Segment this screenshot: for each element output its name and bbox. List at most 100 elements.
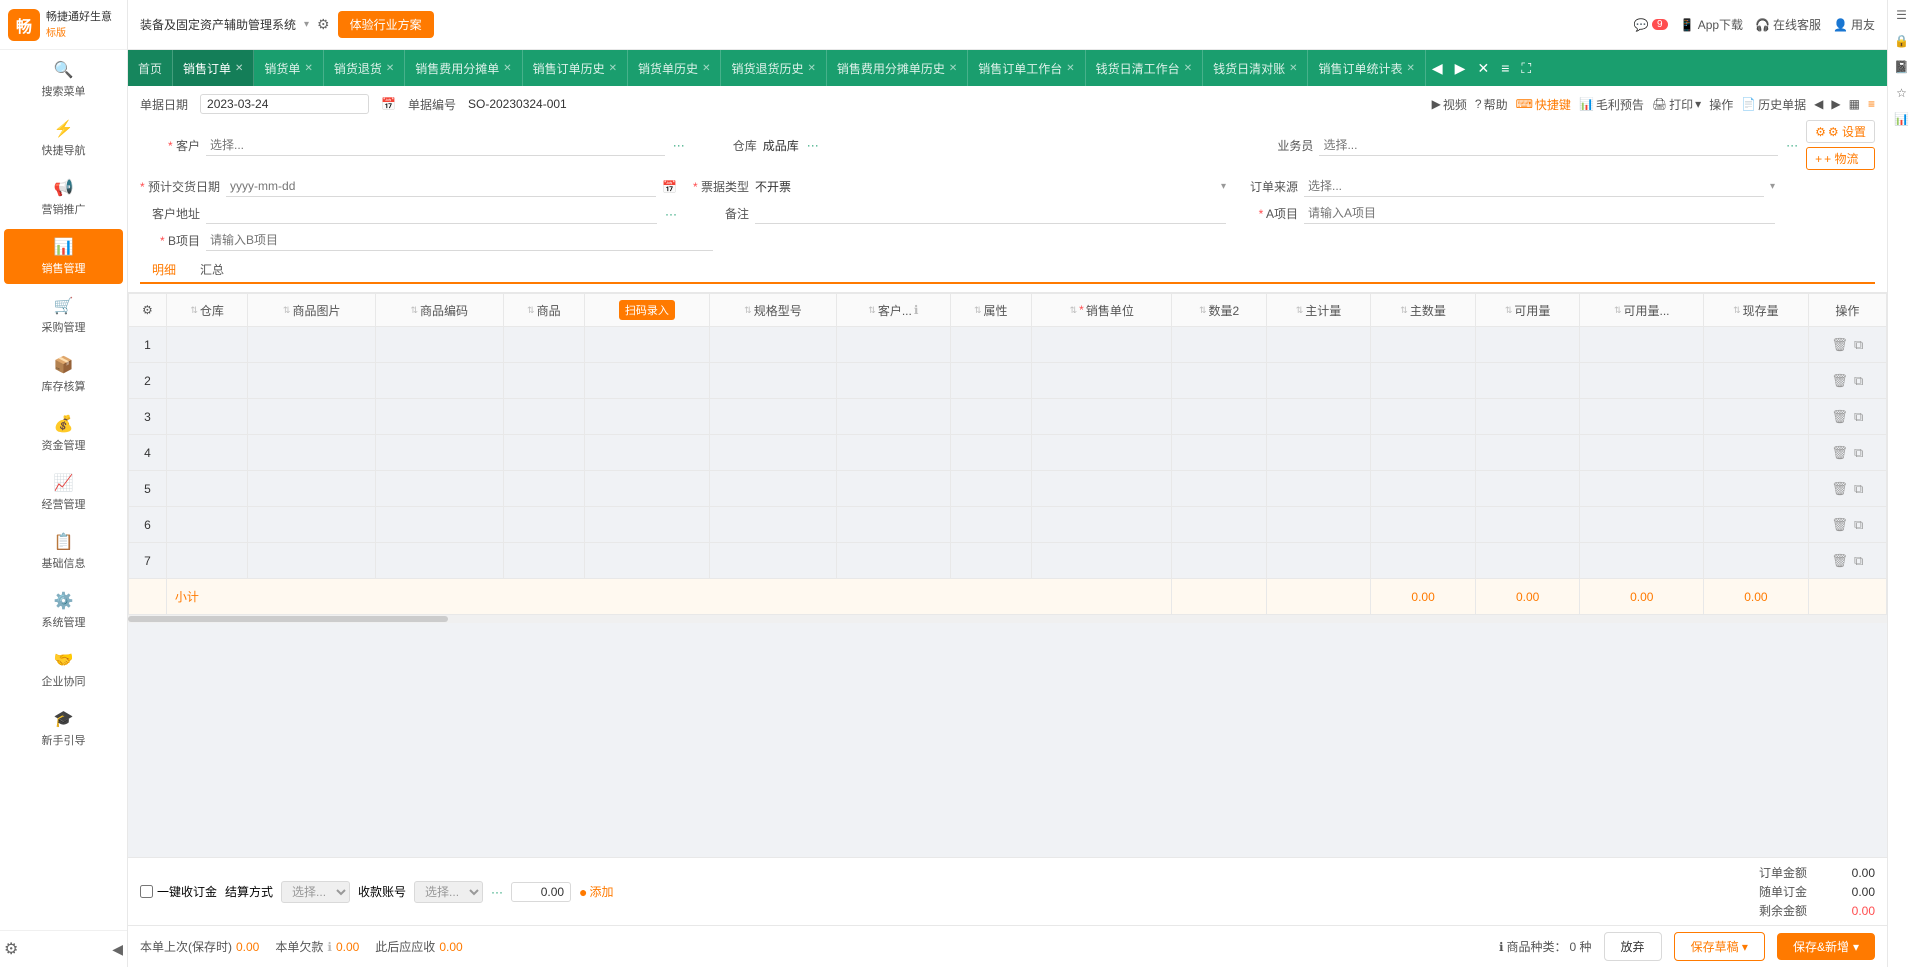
row-main-unit[interactable]	[1266, 327, 1371, 363]
sidebar-item-operations[interactable]: 📈 经营管理	[4, 465, 123, 520]
row-attr[interactable]	[950, 327, 1032, 363]
copy-row-btn[interactable]: ⧉	[1854, 337, 1863, 353]
app-download-item[interactable]: 📱 App下载	[1680, 16, 1743, 33]
sidebar-item-finance[interactable]: 💰 资金管理	[4, 406, 123, 461]
shortcuts-btn[interactable]: ⌨ 快捷键	[1516, 96, 1571, 113]
tab-daily-workbench[interactable]: 钱货日清工作台 ✕	[1086, 50, 1203, 86]
warehouse-dots[interactable]: ···	[807, 138, 819, 152]
topbar-gear-icon[interactable]: ⚙	[317, 16, 330, 33]
tab-sales-expense[interactable]: 销售费用分摊单 ✕	[405, 50, 522, 86]
tab-close-icon[interactable]: ✕	[386, 63, 394, 74]
row-avail-qty[interactable]	[1475, 327, 1580, 363]
tab-daily-reconcile[interactable]: 钱货日清对账 ✕	[1203, 50, 1308, 86]
copy-row-btn[interactable]: ⧉	[1854, 553, 1863, 569]
delivery-input[interactable]	[226, 176, 656, 197]
customer-input[interactable]	[206, 135, 665, 156]
row-qty2[interactable]	[1172, 327, 1266, 363]
tab-close-icon[interactable]: ✕	[503, 63, 511, 74]
tab-next-btn[interactable]: ▶	[1449, 50, 1472, 86]
row-avail-qty2[interactable]	[1580, 327, 1704, 363]
tab-prev-btn[interactable]: ◀	[1426, 50, 1449, 86]
save-draft-button[interactable]: 保存草稿 ▾	[1674, 932, 1765, 961]
tab-summary[interactable]: 汇总	[188, 257, 236, 282]
operations-btn[interactable]: 操作	[1709, 96, 1733, 113]
tab-close-icon[interactable]: ✕	[1289, 63, 1297, 74]
deposit-amount-input[interactable]	[511, 882, 571, 902]
row-warehouse[interactable]	[166, 327, 248, 363]
delete-row-btn[interactable]: 🗑	[1831, 337, 1848, 353]
tab-close-icon[interactable]: ✕	[807, 63, 815, 74]
invoice-arrow-icon[interactable]: ▾	[1221, 181, 1226, 192]
sidebar-item-marketing[interactable]: 📢 营销推广	[4, 170, 123, 225]
add-logistics-button[interactable]: + + 物流	[1806, 147, 1875, 170]
help-btn[interactable]: ? 帮助	[1475, 96, 1508, 113]
date-input[interactable]	[200, 94, 369, 114]
tab-order-workbench[interactable]: 销售订单工作台 ✕	[968, 50, 1085, 86]
horizontal-scrollbar[interactable]	[128, 615, 1887, 623]
grid-view-btn[interactable]: ▦	[1849, 97, 1860, 111]
settings-icon[interactable]: ⚙	[4, 939, 18, 959]
delete-row-btn[interactable]: 🗑	[1831, 373, 1848, 389]
order-source-input[interactable]	[1304, 176, 1764, 197]
right-tool-settings[interactable]: ☰	[1896, 8, 1907, 22]
sidebar-item-search[interactable]: 🔍 搜索菜单	[4, 52, 123, 107]
customer-dots[interactable]: ···	[673, 138, 685, 152]
row-image[interactable]	[248, 327, 376, 363]
tab-close-icon[interactable]: ✕	[949, 63, 957, 74]
tab-close-icon[interactable]: ✕	[1407, 63, 1415, 74]
tab-close-icon[interactable]: ✕	[304, 63, 312, 74]
discard-button[interactable]: 放弃	[1604, 932, 1662, 961]
row-spec[interactable]	[709, 327, 837, 363]
right-tool-chart[interactable]: 📊	[1894, 112, 1909, 126]
tab-detail[interactable]: 明细	[140, 257, 188, 284]
row-curr-qty[interactable]	[1704, 327, 1809, 363]
tab-invoice-history[interactable]: 销货单历史 ✕	[628, 50, 721, 86]
one-click-checkbox-label[interactable]: 一键收订金	[140, 883, 217, 900]
row-unit[interactable]	[1032, 327, 1172, 363]
th-gear[interactable]: ⚙	[129, 294, 167, 327]
tab-home[interactable]: 首页	[128, 50, 173, 86]
copy-row-btn[interactable]: ⧉	[1854, 445, 1863, 461]
tab-expense-history[interactable]: 销售费用分摊单历史 ✕	[827, 50, 968, 86]
tab-fullscreen-btn[interactable]: ⛶	[1515, 50, 1537, 86]
sidebar-item-guide[interactable]: 🎓 新手引导	[4, 701, 123, 756]
save-draft-arrow[interactable]: ▾	[1742, 940, 1748, 954]
delete-row-btn[interactable]: 🗑	[1831, 553, 1848, 569]
right-tool-book[interactable]: 📓	[1894, 60, 1909, 74]
row-goods[interactable]	[503, 327, 585, 363]
right-tool-lock[interactable]: 🔒	[1894, 34, 1909, 48]
staff-input[interactable]	[1319, 135, 1778, 156]
list-view-btn[interactable]: ≡	[1868, 97, 1875, 111]
tab-sales-return[interactable]: 销货退货 ✕	[324, 50, 405, 86]
sidebar-item-purchase[interactable]: 🛒 采购管理	[4, 288, 123, 343]
address-input[interactable]	[206, 203, 657, 224]
sidebar-item-cooperation[interactable]: 🤝 企业协同	[4, 642, 123, 697]
print-btn[interactable]: 🖨 打印 ▾	[1652, 96, 1701, 113]
delete-row-btn[interactable]: 🗑	[1831, 517, 1848, 533]
delete-row-btn[interactable]: 🗑	[1831, 445, 1848, 461]
user-item[interactable]: 👤 用友	[1833, 16, 1875, 33]
delete-row-btn[interactable]: 🗑	[1831, 409, 1848, 425]
copy-row-btn[interactable]: ⧉	[1854, 373, 1863, 389]
profit-btn[interactable]: 📊 毛利预告	[1579, 96, 1644, 113]
prev-record-btn[interactable]: ◀	[1814, 97, 1823, 111]
tab-sales-stats[interactable]: 销售订单统计表 ✕	[1308, 50, 1425, 86]
tab-list-btn[interactable]: ≡	[1495, 50, 1515, 86]
row-main-qty[interactable]	[1371, 327, 1476, 363]
row-scan[interactable]	[585, 327, 710, 363]
sidebar-item-inventory[interactable]: 📦 库存核算	[4, 347, 123, 402]
save-new-arrow[interactable]: ▾	[1853, 940, 1859, 954]
tab-more-btn[interactable]: ✕	[1471, 50, 1495, 86]
tab-close-icon[interactable]: ✕	[609, 63, 617, 74]
b-project-input[interactable]	[206, 230, 713, 251]
copy-row-btn[interactable]: ⧉	[1854, 481, 1863, 497]
delivery-calendar-icon[interactable]: 📅	[662, 180, 677, 194]
tab-close-icon[interactable]: ✕	[702, 63, 710, 74]
tab-close-icon[interactable]: ✕	[1066, 63, 1074, 74]
tab-sales-order[interactable]: 销售订单 ✕	[173, 50, 254, 86]
bank-account-select[interactable]: 选择...	[414, 881, 483, 903]
one-click-checkbox[interactable]	[140, 885, 153, 898]
calendar-icon[interactable]: 📅	[381, 97, 396, 111]
tab-return-history[interactable]: 销货退货历史 ✕	[721, 50, 826, 86]
row-code[interactable]	[375, 327, 503, 363]
